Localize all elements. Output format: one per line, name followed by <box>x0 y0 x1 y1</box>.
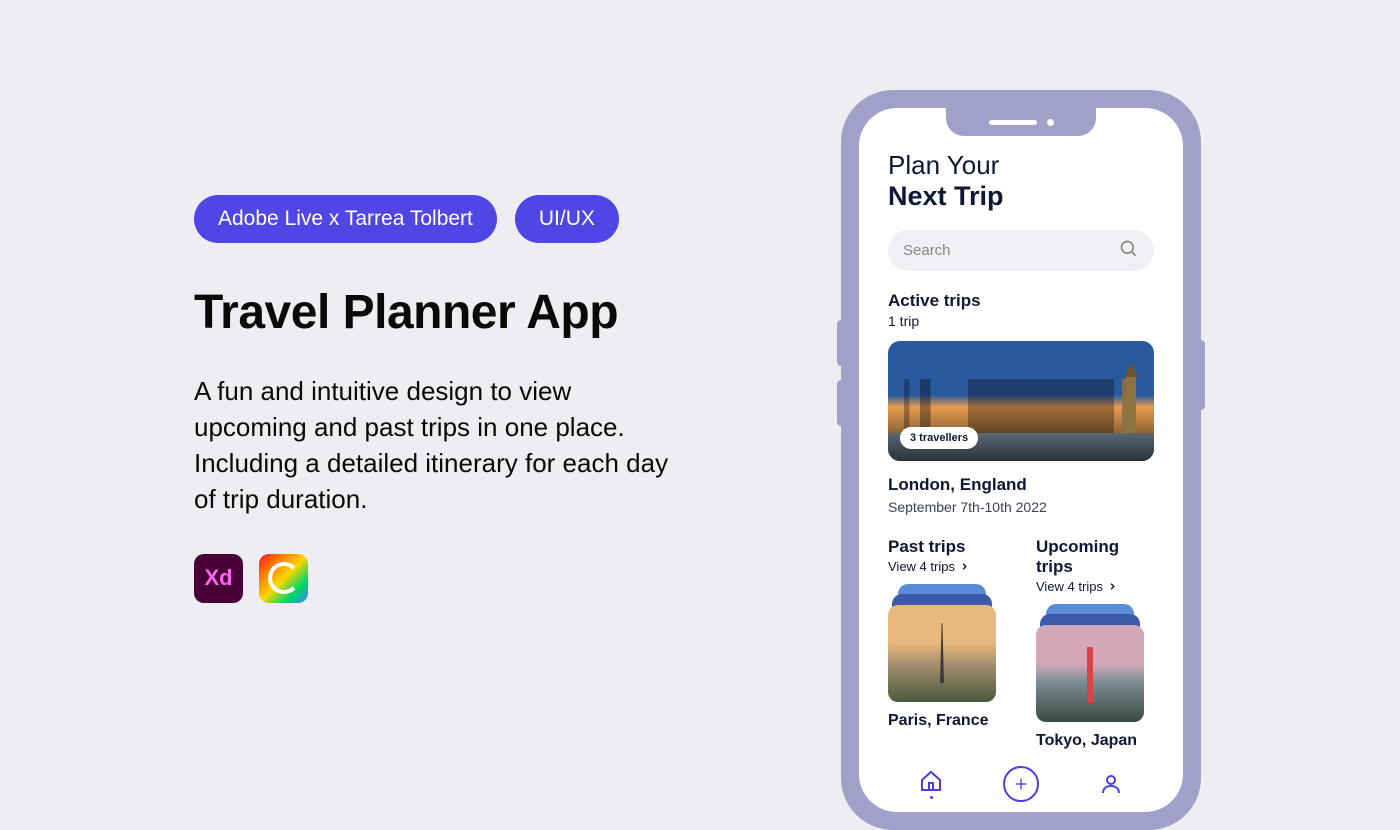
screen-title-line2: Next Trip <box>888 181 1154 212</box>
nav-home-button[interactable] <box>919 769 943 799</box>
nav-profile-button[interactable] <box>1099 772 1123 796</box>
upcoming-trips-link[interactable]: View 4 trips <box>1036 579 1154 594</box>
past-trips-link[interactable]: View 4 trips <box>888 559 1006 574</box>
chevron-right-icon <box>1107 581 1118 592</box>
page-description: A fun and intuitive design to view upcom… <box>194 374 674 518</box>
active-trip-dates: September 7th-10th 2022 <box>888 499 1154 515</box>
past-trip-location: Paris, France <box>888 712 1006 730</box>
pill-adobe-live: Adobe Live x Tarrea Tolbert <box>194 195 497 243</box>
nav-add-button[interactable] <box>1003 766 1039 802</box>
past-trip-card[interactable] <box>888 584 996 702</box>
search-placeholder: Search <box>903 242 951 259</box>
chevron-right-icon <box>959 561 970 572</box>
search-input[interactable]: Search <box>888 230 1154 271</box>
adobe-xd-icon: Xd <box>194 554 243 603</box>
upcoming-trip-card[interactable] <box>1036 604 1144 722</box>
home-icon <box>919 769 943 793</box>
upcoming-trip-location: Tokyo, Japan <box>1036 732 1154 750</box>
active-trips-count: 1 trip <box>888 313 1154 329</box>
profile-icon <box>1099 772 1123 796</box>
travellers-badge: 3 travellers <box>900 427 978 449</box>
active-trips-heading: Active trips <box>888 291 1154 311</box>
plus-icon <box>1013 776 1029 792</box>
screen-title-line1: Plan Your <box>888 150 1154 181</box>
pill-uiux: UI/UX <box>515 195 619 243</box>
page-title: Travel Planner App <box>194 285 674 340</box>
bottom-nav <box>859 756 1183 812</box>
phone-mockup: Plan Your Next Trip Search Active trips … <box>841 90 1201 830</box>
creative-cloud-icon <box>259 554 308 603</box>
search-icon <box>1119 239 1139 263</box>
upcoming-trips-heading: Upcoming trips <box>1036 537 1154 577</box>
active-trip-card[interactable]: 3 travellers <box>888 341 1154 461</box>
past-trips-heading: Past trips <box>888 537 1006 557</box>
active-trip-location: London, England <box>888 475 1154 495</box>
upcoming-trips-link-label: View 4 trips <box>1036 579 1103 594</box>
past-trips-link-label: View 4 trips <box>888 559 955 574</box>
